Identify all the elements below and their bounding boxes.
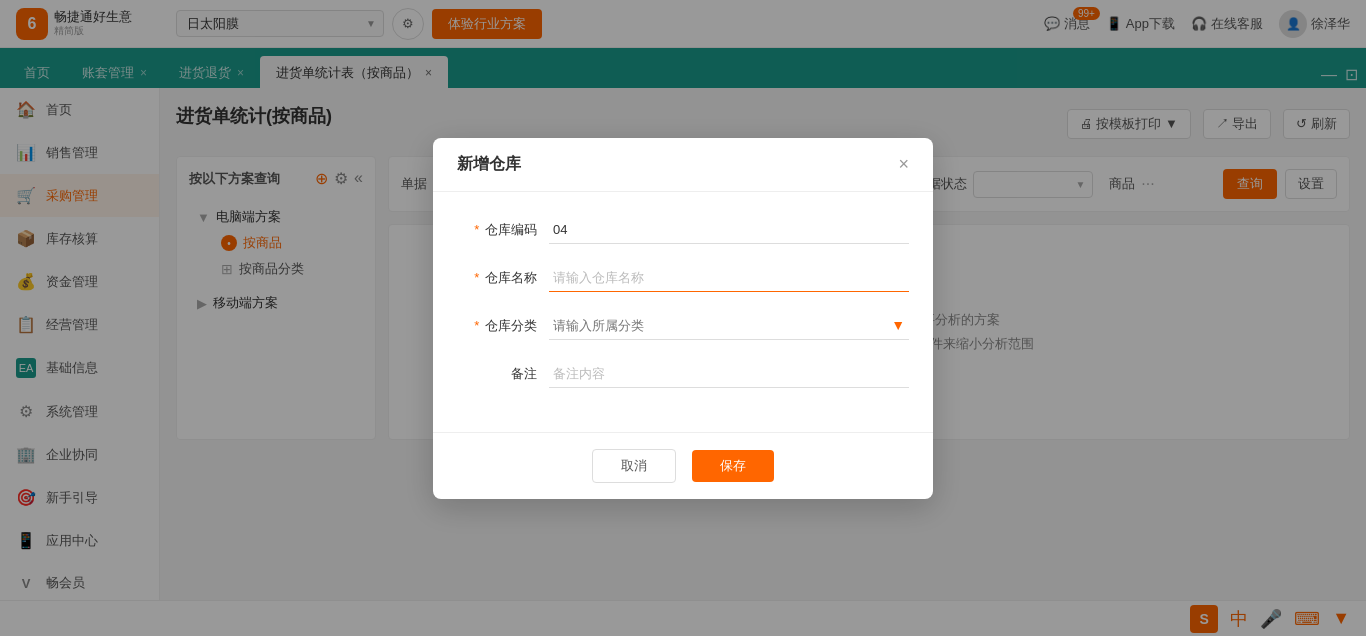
category-dropdown-icon[interactable]: ▼ — [887, 317, 909, 333]
dialog-close-button[interactable]: × — [898, 154, 909, 175]
dialog-header: 新增仓库 × — [433, 138, 933, 192]
remark-label: 备注 — [457, 365, 537, 383]
warehouse-code-row: * 仓库编码 — [457, 216, 909, 244]
warehouse-remark-input[interactable] — [549, 360, 909, 388]
name-label: * 仓库名称 — [457, 269, 537, 287]
modal-overlay[interactable]: 新增仓库 × * 仓库编码 * 仓库名称 — [0, 0, 1366, 636]
add-warehouse-dialog: 新增仓库 × * 仓库编码 * 仓库名称 — [433, 138, 933, 499]
warehouse-remark-row: 备注 — [457, 360, 909, 388]
category-label: * 仓库分类 — [457, 317, 537, 335]
warehouse-name-row: * 仓库名称 — [457, 264, 909, 292]
cancel-button[interactable]: 取消 — [592, 449, 676, 483]
warehouse-code-input[interactable] — [549, 216, 909, 244]
save-button[interactable]: 保存 — [692, 450, 774, 482]
category-select-input[interactable] — [549, 312, 887, 339]
dialog-title: 新增仓库 — [457, 154, 521, 175]
dialog-footer: 取消 保存 — [433, 432, 933, 499]
warehouse-name-input[interactable] — [549, 264, 909, 292]
category-select-wrap: ▼ — [549, 312, 909, 340]
code-label: * 仓库编码 — [457, 221, 537, 239]
dialog-body: * 仓库编码 * 仓库名称 * 仓库分类 — [433, 192, 933, 432]
warehouse-category-row: * 仓库分类 ▼ — [457, 312, 909, 340]
